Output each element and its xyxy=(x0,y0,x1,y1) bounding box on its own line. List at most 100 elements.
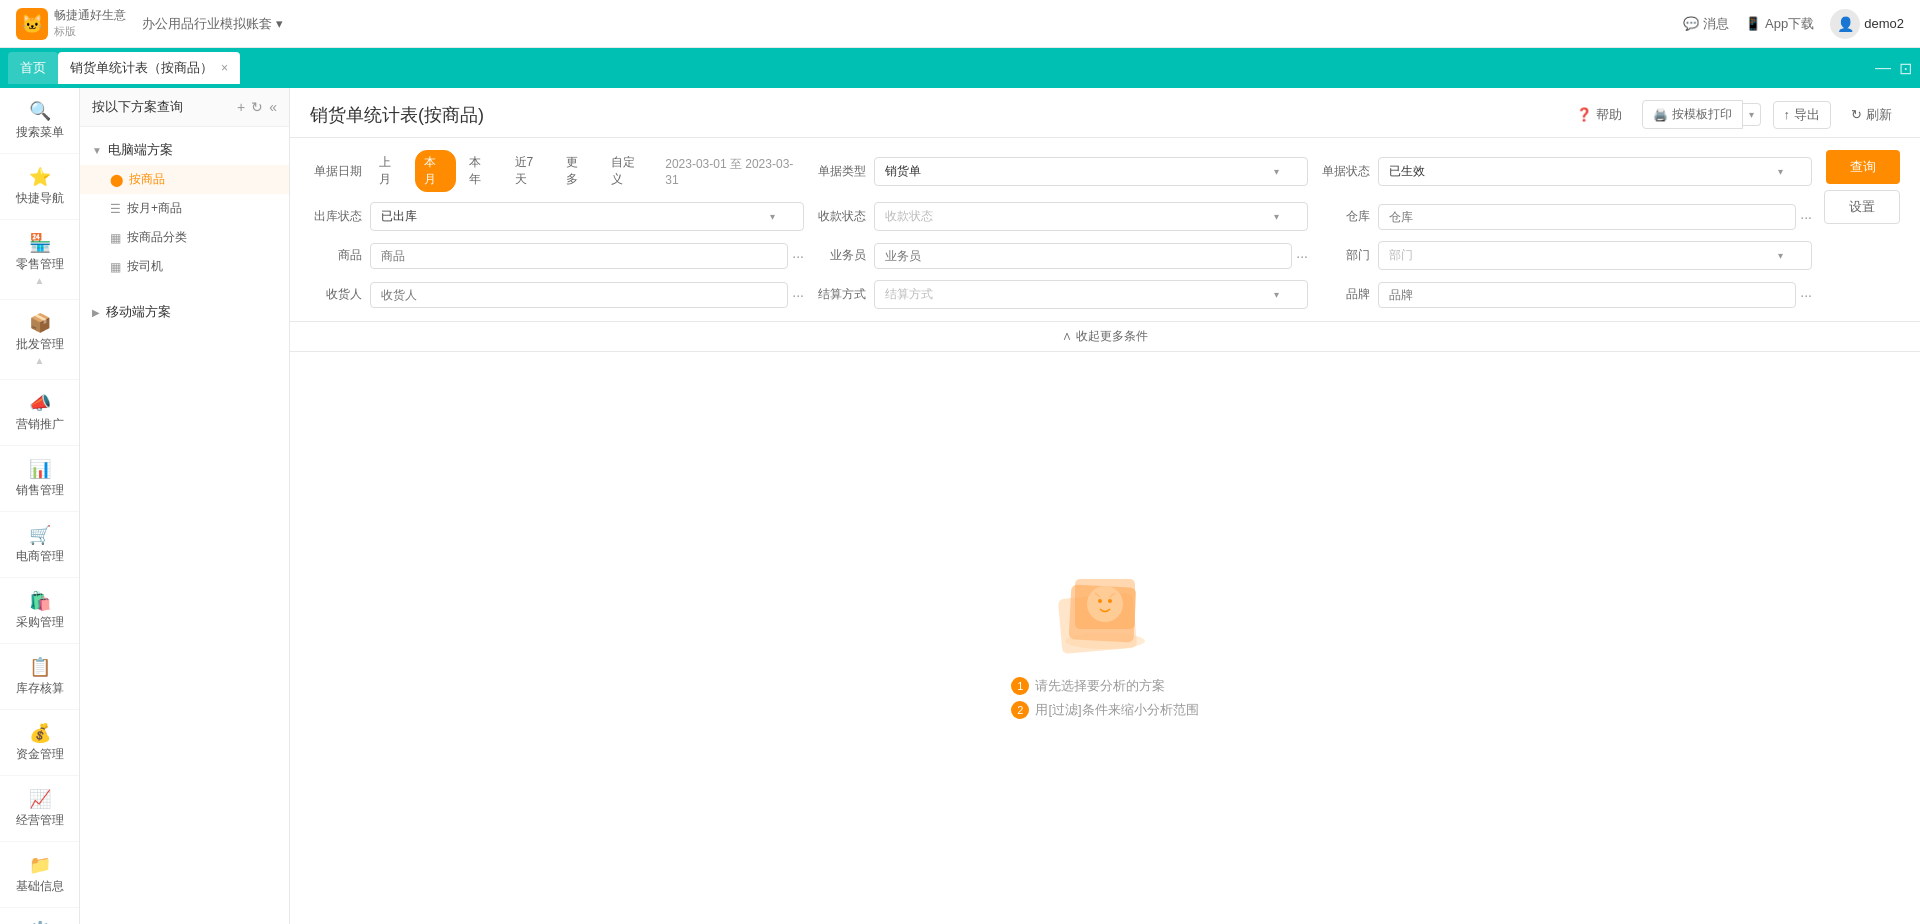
tree-item-by-month-icon: ☰ xyxy=(110,202,121,216)
window-maximize-button[interactable]: ⊡ xyxy=(1899,59,1912,78)
salesperson-input[interactable] xyxy=(874,243,1292,269)
app-download-button[interactable]: 📱 App下载 xyxy=(1745,15,1814,33)
date-shortcut-custom[interactable]: 自定义 xyxy=(602,150,655,192)
dept-dropdown[interactable]: 部门 ▾ xyxy=(1378,241,1812,270)
receipt-status-dropdown[interactable]: 收款状态 ▾ xyxy=(874,202,1308,231)
date-shortcut-7days[interactable]: 近7天 xyxy=(506,150,554,192)
tree-item-by-product[interactable]: ⬤ 按商品 xyxy=(80,165,289,194)
retail-icon: 🏪 xyxy=(4,232,75,254)
out-status-chevron-icon: ▾ xyxy=(770,211,775,222)
date-shortcut-this-year[interactable]: 本年 xyxy=(460,150,501,192)
message-button[interactable]: 💬 消息 xyxy=(1683,15,1729,33)
sidebar-item-operation[interactable]: 📈 经营管理 xyxy=(0,776,79,842)
page-title: 销货单统计表(按商品) xyxy=(310,103,484,127)
filter-add-button[interactable]: + xyxy=(237,99,245,115)
sidebar-item-retail[interactable]: 🏪 零售管理 ▲ xyxy=(0,220,79,300)
print-button[interactable]: 🖨️ 按模板打印 xyxy=(1642,100,1743,129)
empty-state: 1 请先选择要分析的方案 2 用[过滤]条件来缩小分析范围 xyxy=(290,352,1920,924)
tree-item-by-driver[interactable]: ▦ 按司机 xyxy=(80,252,289,281)
brand-ellipsis-icon[interactable]: ··· xyxy=(1800,287,1812,303)
payment-method-dropdown[interactable]: 结算方式 ▾ xyxy=(874,280,1308,309)
industry-selector[interactable]: 办公用品行业模拟账套 ▾ xyxy=(134,11,291,37)
sidebar-item-finance-label: 资金管理 xyxy=(4,746,75,763)
salesperson-label: 业务员 xyxy=(804,247,874,264)
system-icon: ⚙️ xyxy=(4,920,75,924)
message-icon: 💬 xyxy=(1683,16,1699,31)
salesperson-ellipsis-icon[interactable]: ··· xyxy=(1296,248,1308,264)
filter-refresh-button[interactable]: ↻ xyxy=(251,99,263,115)
warehouse-control: ··· xyxy=(1378,204,1812,230)
sidebar-item-inventory[interactable]: 📋 库存核算 xyxy=(0,644,79,710)
tree-pc-header[interactable]: ▼ 电脑端方案 xyxy=(80,135,289,165)
tree-item-by-category[interactable]: ▦ 按商品分类 xyxy=(80,223,289,252)
out-status-control: 已出库 ▾ xyxy=(370,202,804,231)
tree-mobile-header[interactable]: ▶ 移动端方案 xyxy=(80,297,289,327)
header-left: 🐱 畅捷通好生意 标版 办公用品行业模拟账套 ▾ xyxy=(16,8,291,40)
tab-home[interactable]: 首页 xyxy=(8,52,58,84)
product-input[interactable] xyxy=(370,243,788,269)
user-name: demo2 xyxy=(1864,16,1904,31)
app-download-label: App下载 xyxy=(1765,15,1814,33)
sidebar-item-ecom[interactable]: 🛒 电商管理 xyxy=(0,512,79,578)
doc-type-chevron-icon: ▾ xyxy=(1274,166,1279,177)
warehouse-input[interactable] xyxy=(1378,204,1796,230)
collapse-bar[interactable]: ∧ 收起更多条件 xyxy=(290,322,1920,352)
warehouse-label: 仓库 xyxy=(1308,208,1378,225)
sidebar-item-system[interactable]: ⚙️ 系统管理 xyxy=(0,908,79,924)
help-button[interactable]: ❓ 帮助 xyxy=(1568,102,1630,128)
industry-label: 办公用品行业模拟账套 xyxy=(142,15,272,33)
help-icon: ❓ xyxy=(1576,107,1592,122)
filter-row-date: 单据日期 上月 本月 本年 近7天 更多 自定义 20 xyxy=(310,150,1812,192)
doc-status-chevron-icon: ▾ xyxy=(1778,166,1783,177)
sidebar-item-wholesale[interactable]: 📦 批发管理 ▲ xyxy=(0,300,79,380)
sidebar-item-marketing[interactable]: 📣 营销推广 xyxy=(0,380,79,446)
sidebar-item-finance[interactable]: 💰 资金管理 xyxy=(0,710,79,776)
recipient-input[interactable] xyxy=(370,282,788,308)
out-status-dropdown[interactable]: 已出库 ▾ xyxy=(370,202,804,231)
filter-collapse-button[interactable]: « xyxy=(269,99,277,115)
filter-row-1-wrapper: 单据日期 上月 本月 本年 近7天 更多 自定义 20 xyxy=(310,150,1900,309)
empty-hint-2: 2 用[过滤]条件来缩小分析范围 xyxy=(1011,701,1198,719)
industry-arrow-icon: ▾ xyxy=(276,16,283,31)
export-button[interactable]: ↑ 导出 xyxy=(1773,101,1832,129)
hint1-text: 请先选择要分析的方案 xyxy=(1035,677,1165,695)
product-ellipsis-icon[interactable]: ··· xyxy=(792,248,804,264)
print-arrow-button[interactable]: ▾ xyxy=(1743,103,1761,126)
date-shortcut-this-month[interactable]: 本月 xyxy=(415,150,456,192)
out-status-label: 出库状态 xyxy=(310,208,370,225)
sidebar-item-basic[interactable]: 📁 基础信息 xyxy=(0,842,79,908)
sidebar-item-quick-nav[interactable]: ⭐ 快捷导航 xyxy=(0,154,79,220)
sidebar-item-search[interactable]: 🔍 搜索菜单 xyxy=(0,88,79,154)
sidebar-item-sales-mgmt[interactable]: 📊 销售管理 xyxy=(0,446,79,512)
doc-status-dropdown[interactable]: 已生效 ▾ xyxy=(1378,157,1812,186)
retail-arrow-icon: ▲ xyxy=(35,275,45,286)
doc-type-label: 单据类型 xyxy=(804,163,874,180)
query-button[interactable]: 查询 xyxy=(1826,150,1900,184)
tab-close-icon[interactable]: × xyxy=(221,61,228,75)
tab-sales-stat-label: 销货单统计表（按商品） xyxy=(70,59,213,77)
refresh-button[interactable]: ↻ 刷新 xyxy=(1843,102,1900,128)
date-shortcut-last-month[interactable]: 上月 xyxy=(370,150,411,192)
window-minimize-button[interactable]: — xyxy=(1875,59,1891,78)
search-icon: 🔍 xyxy=(4,100,75,122)
recipient-ellipsis-icon[interactable]: ··· xyxy=(792,287,804,303)
settings-button[interactable]: 设置 xyxy=(1824,190,1900,224)
tree-item-by-month-product[interactable]: ☰ 按月+商品 xyxy=(80,194,289,223)
refresh-label: 刷新 xyxy=(1866,106,1892,124)
print-icon: 🖨️ xyxy=(1653,108,1668,122)
date-shortcut-more[interactable]: 更多 xyxy=(557,150,598,192)
warehouse-ellipsis-icon[interactable]: ··· xyxy=(1800,209,1812,225)
empty-svg xyxy=(1040,551,1170,661)
main-content: 销货单统计表(按商品) ❓ 帮助 🖨️ 按模板打印 ▾ ↑ xyxy=(290,88,1920,924)
tree-item-by-product-icon: ⬤ xyxy=(110,173,123,187)
doc-type-dropdown[interactable]: 销货单 ▾ xyxy=(874,157,1308,186)
tab-sales-stat[interactable]: 销货单统计表（按商品） × xyxy=(58,52,240,84)
dept-control: 部门 ▾ xyxy=(1378,241,1812,270)
wholesale-arrow-icon: ▲ xyxy=(35,355,45,366)
receipt-status-label: 收款状态 xyxy=(804,208,874,225)
payment-method-placeholder: 结算方式 xyxy=(885,286,933,303)
user-area[interactable]: 👤 demo2 xyxy=(1830,9,1904,39)
sidebar-item-purchase[interactable]: 🛍️ 采购管理 xyxy=(0,578,79,644)
date-shortcuts: 上月 本月 本年 近7天 更多 自定义 xyxy=(370,150,655,192)
brand-input[interactable] xyxy=(1378,282,1796,308)
